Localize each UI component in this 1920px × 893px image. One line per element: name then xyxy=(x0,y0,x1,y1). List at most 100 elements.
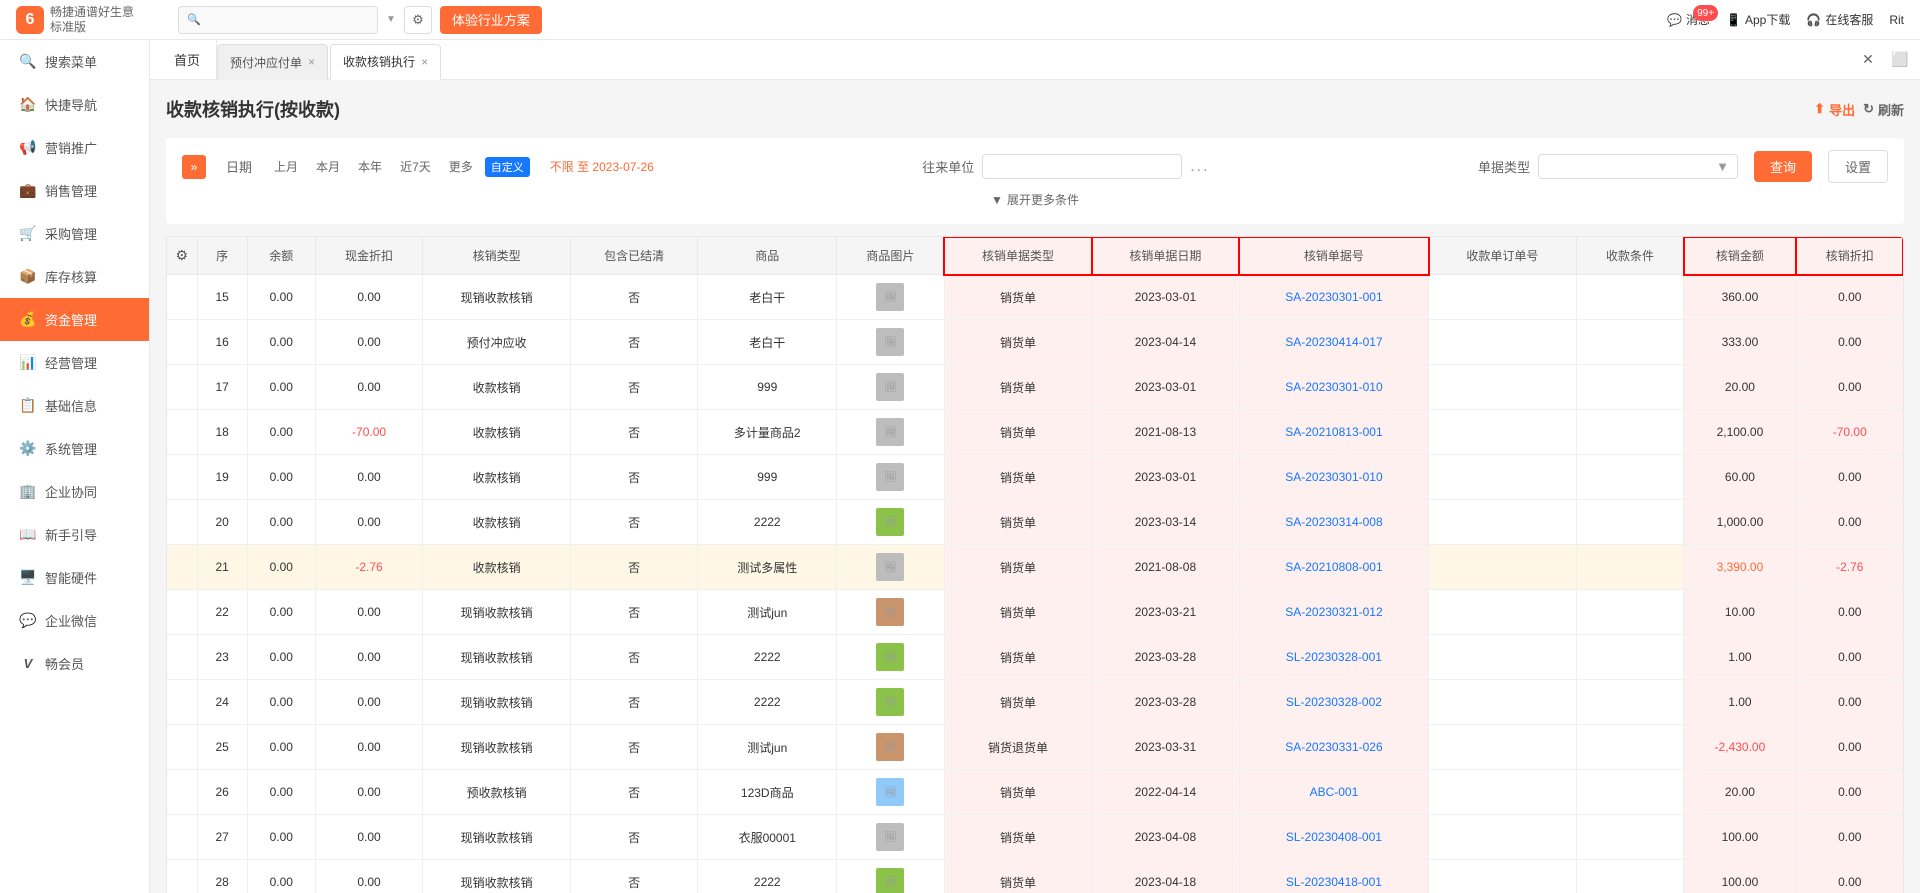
column-settings-icon[interactable]: ⚙ xyxy=(175,247,188,263)
td-verify-type: 现销收款核销 xyxy=(423,725,570,770)
search-dropdown-arrow[interactable]: ▼ xyxy=(386,14,396,25)
date-btn-7days[interactable]: 近7天 xyxy=(394,156,437,177)
verify-doc-no-link[interactable]: SL-20230328-002 xyxy=(1286,695,1382,709)
td-goods: 老白干 xyxy=(698,275,837,320)
th-verify-amount: 核销金额 xyxy=(1684,237,1796,275)
td-verify-type: 收款核销 xyxy=(423,545,570,590)
tab-verify[interactable]: 收款核销执行 × xyxy=(330,44,441,80)
sidebar-item-member[interactable]: V 畅会员 xyxy=(0,642,149,685)
solution-button[interactable]: 体验行业方案 xyxy=(440,6,542,34)
td-settings xyxy=(167,410,197,455)
online-service-item[interactable]: 🎧 在线客服 xyxy=(1806,11,1873,28)
verify-doc-no-link[interactable]: SA-20230321-012 xyxy=(1285,605,1382,619)
sidebar-item-basicinfo[interactable]: 📋 基础信息 xyxy=(0,384,149,427)
verify-doc-no-link[interactable]: SA-20210808-001 xyxy=(1285,560,1382,574)
export-button[interactable]: ⬆ 导出 xyxy=(1814,100,1855,119)
verify-doc-no-link[interactable]: SL-20230418-001 xyxy=(1286,875,1382,889)
td-receipt-order-no xyxy=(1429,815,1576,860)
td-verify-doc-type: 销货单 xyxy=(944,320,1091,365)
verify-doc-no-link[interactable]: SL-20230328-001 xyxy=(1286,650,1382,664)
td-verify-amount: 1,000.00 xyxy=(1684,500,1796,545)
maximize-window-btn[interactable]: ⬜ xyxy=(1888,48,1912,72)
date-btn-this-month[interactable]: 本月 xyxy=(310,156,346,177)
layout: 🔍 搜索菜单 🏠 快捷导航 📢 营销推广 💼 销售管理 🛒 采购管理 📦 库存核… xyxy=(0,40,1920,893)
td-verify-doc-type: 销货单 xyxy=(944,590,1091,635)
sidebar-item-hardware[interactable]: 🖥️ 智能硬件 xyxy=(0,556,149,599)
td-verify-doc-type: 销货单 xyxy=(944,455,1091,500)
query-button[interactable]: 查询 xyxy=(1754,151,1812,182)
td-settings xyxy=(167,635,197,680)
verify-doc-no-link[interactable]: SA-20230301-001 xyxy=(1285,290,1382,304)
settings-button[interactable]: 设置 xyxy=(1828,150,1888,183)
verify-doc-no-link[interactable]: SA-20230301-010 xyxy=(1285,380,1382,394)
td-verify-doc-no: SL-20230328-002 xyxy=(1239,680,1429,725)
td-balance: 0.00 xyxy=(247,860,315,893)
sidebar-item-finance[interactable]: 💰 资金管理 xyxy=(0,298,149,341)
settings-icon[interactable]: ⚙ xyxy=(404,6,432,34)
verify-doc-no-link[interactable]: SA-20230314-008 xyxy=(1285,515,1382,529)
td-verify-amount: 100.00 xyxy=(1684,860,1796,893)
verify-doc-no-link[interactable]: SA-20230414-017 xyxy=(1285,335,1382,349)
doc-type-select[interactable]: ▼ xyxy=(1538,154,1738,179)
verify-doc-no-link[interactable]: SL-20230408-001 xyxy=(1286,830,1382,844)
app-download-item[interactable]: 📱 App下载 xyxy=(1726,11,1790,28)
chart-icon: 📊 xyxy=(19,354,37,372)
date-btn-last-month[interactable]: 上月 xyxy=(268,156,304,177)
td-settings xyxy=(167,545,197,590)
date-btn-more[interactable]: 更多 xyxy=(443,156,479,177)
date-btn-custom[interactable]: 自定义 xyxy=(485,157,530,177)
td-verify-doc-date: 2023-03-28 xyxy=(1092,635,1239,680)
sidebar-item-quicknav[interactable]: 🏠 快捷导航 xyxy=(0,83,149,126)
sidebar-item-operations[interactable]: 📊 经营管理 xyxy=(0,341,149,384)
home-tab[interactable]: 首页 xyxy=(158,40,217,80)
tab-prepay[interactable]: 预付冲应付单 × xyxy=(217,44,328,80)
td-verify-doc-no: SL-20230408-001 xyxy=(1239,815,1429,860)
expand-more-btn[interactable]: ▼ 展开更多条件 xyxy=(182,191,1888,208)
sidebar-item-finance-label: 资金管理 xyxy=(45,310,97,329)
td-verify-doc-date: 2023-03-14 xyxy=(1092,500,1239,545)
member-icon: V xyxy=(19,655,37,673)
verify-doc-no-link[interactable]: SA-20210813-001 xyxy=(1285,425,1382,439)
td-cash-discount: 0.00 xyxy=(315,590,423,635)
dropdown-arrow-icon: ▼ xyxy=(1716,159,1729,174)
td-goods: 多计量商品2 xyxy=(698,410,837,455)
notification-item[interactable]: 💬 消息 99+ xyxy=(1667,11,1710,28)
sidebar-item-guide[interactable]: 📖 新手引导 xyxy=(0,513,149,556)
refresh-button[interactable]: ↻ 刷新 xyxy=(1863,100,1904,119)
td-included-cleared: 否 xyxy=(570,635,698,680)
td-verify-doc-date: 2023-03-01 xyxy=(1092,455,1239,500)
td-settings xyxy=(167,365,197,410)
scroll-area[interactable]: ⚙ 序 余额 现金折扣 核销类型 包含已结清 商品 商品图片 核销单据类型 核 xyxy=(167,237,1903,893)
close-window-btn[interactable]: ✕ xyxy=(1856,48,1880,72)
table-row: 23 0.00 0.00 现销收款核销 否 2222 🖼 销货单 2023-03… xyxy=(167,635,1903,680)
td-no: 25 xyxy=(197,725,247,770)
td-verify-type: 现销收款核销 xyxy=(423,815,570,860)
tab-verify-close[interactable]: × xyxy=(421,55,428,69)
sidebar-item-system[interactable]: ⚙️ 系统管理 xyxy=(0,427,149,470)
tab-prepay-close[interactable]: × xyxy=(308,55,315,69)
filter-expand-left[interactable]: » xyxy=(182,155,206,179)
sidebar-item-search[interactable]: 🔍 搜索菜单 xyxy=(0,40,149,83)
td-cash-discount: 0.00 xyxy=(315,365,423,410)
sidebar-item-marketing[interactable]: 📢 营销推广 xyxy=(0,126,149,169)
sidebar-item-purchase[interactable]: 🛒 采购管理 xyxy=(0,212,149,255)
from-unit-input[interactable] xyxy=(982,154,1182,179)
verify-doc-no-link[interactable]: SA-20230331-026 xyxy=(1285,740,1382,754)
sidebar-item-corp[interactable]: 🏢 企业协同 xyxy=(0,470,149,513)
td-verify-discount: 0.00 xyxy=(1796,725,1903,770)
sidebar-item-sales[interactable]: 💼 销售管理 xyxy=(0,169,149,212)
verify-doc-no-link[interactable]: ABC-001 xyxy=(1310,785,1359,799)
th-settings[interactable]: ⚙ xyxy=(167,237,197,275)
date-btn-this-year[interactable]: 本年 xyxy=(352,156,388,177)
sidebar-item-wechat[interactable]: 💬 企业微信 xyxy=(0,599,149,642)
td-receipt-terms xyxy=(1576,725,1684,770)
sidebar-item-inventory[interactable]: 📦 库存核算 xyxy=(0,255,149,298)
chat-icon: 💬 xyxy=(19,612,37,630)
logo-text: 畅捷通谱好生意 标准版 xyxy=(50,5,134,34)
td-verify-doc-no: SL-20230328-001 xyxy=(1239,635,1429,680)
td-balance: 0.00 xyxy=(247,275,315,320)
th-balance: 余额 xyxy=(247,237,315,275)
search-box[interactable]: 🔍 xyxy=(178,6,378,34)
verify-doc-no-link[interactable]: SA-20230301-010 xyxy=(1285,470,1382,484)
td-no: 22 xyxy=(197,590,247,635)
